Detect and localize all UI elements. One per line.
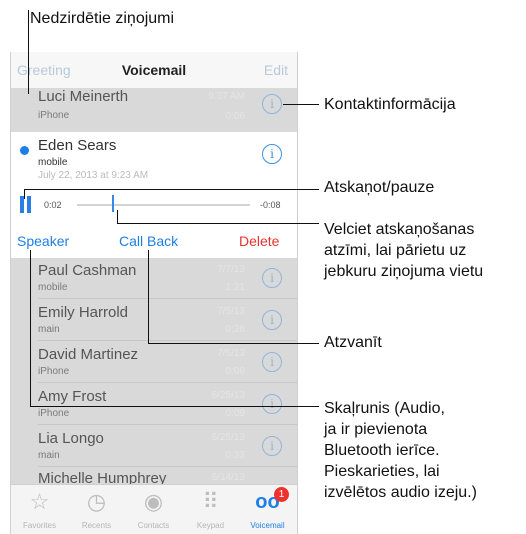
message-duration: 0:26 xyxy=(225,324,245,335)
callout-speaker-1: Skaļrunis (Audio, xyxy=(324,400,445,417)
voicemail-row[interactable]: Luci Meinerth iPhone 9:37 AM 0:06 i xyxy=(11,88,297,132)
tab-label: Favorites xyxy=(23,521,56,530)
message-date: 9:37 AM xyxy=(208,91,245,102)
message-date: 6/25/13 xyxy=(211,390,245,401)
badge-count: 1 xyxy=(274,487,289,502)
tab-label: Recents xyxy=(81,521,112,530)
caller-name: David Martinez xyxy=(38,346,139,363)
call-back-button[interactable]: Call Back xyxy=(119,233,178,249)
divider xyxy=(38,340,297,341)
caller-name: Lia Longo xyxy=(38,430,104,447)
divider xyxy=(38,298,297,299)
playhead[interactable] xyxy=(111,195,114,212)
message-duration: 0:06 xyxy=(225,111,245,122)
callout-call-back: Atzvanīt xyxy=(324,334,382,351)
tab-contacts[interactable]: ◉ Contacts xyxy=(125,485,182,534)
callout-line xyxy=(24,189,319,190)
info-icon[interactable]: i xyxy=(262,352,282,372)
info-icon[interactable]: i xyxy=(262,310,282,330)
message-date: 7/5/13 xyxy=(217,306,245,317)
caller-label: iPhone xyxy=(38,110,70,121)
star-icon: ☆ xyxy=(29,489,50,514)
scrubber-track[interactable] xyxy=(77,204,250,206)
message-date: 7/7/13 xyxy=(217,264,245,275)
tab-label: Voicemail xyxy=(250,521,285,530)
callout-speaker-5: izvēlētos audio izeju.) xyxy=(324,484,477,501)
callout-line xyxy=(28,10,29,94)
callout-line xyxy=(30,250,31,407)
message-date: 6/14/13 xyxy=(211,472,245,483)
message-duration: 0:09 xyxy=(225,408,245,419)
message-date: 7/5/13 xyxy=(217,348,245,359)
callout-line xyxy=(117,210,118,224)
callout-unheard: Nedzirdētie ziņojumi xyxy=(30,10,175,27)
message-date: 6/25/13 xyxy=(211,432,245,443)
callout-line xyxy=(148,250,149,344)
unread-dot-icon xyxy=(20,146,29,155)
page-title: Voicemail xyxy=(121,62,187,78)
callout-play-pause: Atskaņot/pauze xyxy=(324,179,435,196)
callout-line xyxy=(117,223,319,224)
edit-button[interactable]: Edit xyxy=(264,62,288,78)
callout-line xyxy=(24,189,25,199)
keypad-icon: ⠿ xyxy=(202,489,219,514)
navigation-bar: Greeting Voicemail Edit xyxy=(11,52,297,88)
info-icon[interactable]: i xyxy=(262,94,282,114)
elapsed-time: 0:02 xyxy=(44,200,62,210)
info-icon[interactable]: i xyxy=(262,436,282,456)
tab-keypad[interactable]: ⠿ Keypad xyxy=(182,485,239,534)
caller-name: Luci Meinerth xyxy=(38,88,129,105)
caller-name: Paul Cashman xyxy=(38,262,137,279)
info-icon[interactable]: i xyxy=(262,268,282,288)
divider xyxy=(38,424,297,425)
message-duration: 0:06 xyxy=(225,366,245,377)
message-date: July 22, 2013 at 9:23 AM xyxy=(38,170,149,181)
caller-label: mobile xyxy=(38,282,68,293)
caller-label: main xyxy=(38,324,60,335)
tab-label: Keypad xyxy=(196,521,225,530)
callout-speaker-3: Bluetooth ierīce. xyxy=(324,442,440,459)
message-duration: 1:21 xyxy=(225,282,245,293)
voicemail-row-expanded[interactable]: Eden Sears mobile July 22, 2013 at 9:23 … xyxy=(11,132,297,182)
divider xyxy=(38,466,297,467)
pause-icon[interactable] xyxy=(27,196,31,213)
tab-recents[interactable]: ◷ Recents xyxy=(68,485,125,534)
voicemail-screen: Greeting Voicemail Edit Luci Meinerth iP… xyxy=(10,52,298,534)
callout-scrub-2: atzīmi, lai pārietu uz xyxy=(324,242,467,259)
caller-name: Emily Harrold xyxy=(38,304,129,321)
contact-icon: ◉ xyxy=(143,489,164,514)
voicemail-list: Paul Cashman mobile 7/7/13 1:21 i Emily … xyxy=(11,258,297,487)
message-duration: 0:33 xyxy=(225,450,245,461)
divider xyxy=(38,382,297,383)
caller-name: Eden Sears xyxy=(38,137,117,154)
tab-label: Contacts xyxy=(137,521,170,530)
caller-label: iPhone xyxy=(38,408,70,419)
callout-line xyxy=(30,406,319,407)
caller-label: main xyxy=(38,450,60,461)
callout-line xyxy=(148,343,319,344)
callout-scrub-3: jebkuru ziņojuma vietu xyxy=(324,263,484,280)
remaining-time: -0:08 xyxy=(260,200,281,210)
message-actions: Speaker Call Back Delete xyxy=(11,228,297,258)
caller-name: Amy Frost xyxy=(38,388,107,405)
delete-button[interactable]: Delete xyxy=(239,233,279,249)
tab-favorites[interactable]: ☆ Favorites xyxy=(11,485,68,534)
callout-speaker-4: Pieskarieties, lai xyxy=(324,463,440,480)
clock-icon: ◷ xyxy=(86,489,107,514)
info-icon[interactable]: i xyxy=(262,144,282,164)
callout-contact-info: Kontaktinformācija xyxy=(324,96,456,113)
callout-line xyxy=(283,104,319,105)
tab-bar: ☆ Favorites ◷ Recents ◉ Contacts ⠿ Keypa… xyxy=(11,484,297,534)
info-icon[interactable]: i xyxy=(262,394,282,414)
callout-scrub-1: Velciet atskaņošanas xyxy=(324,221,475,238)
speaker-button[interactable]: Speaker xyxy=(17,233,69,249)
callout-speaker-2: ja ir pievienota xyxy=(324,421,428,438)
tab-voicemail[interactable]: oo 1 Voicemail xyxy=(239,485,296,534)
caller-label: iPhone xyxy=(38,366,70,377)
caller-label: mobile xyxy=(38,157,68,168)
